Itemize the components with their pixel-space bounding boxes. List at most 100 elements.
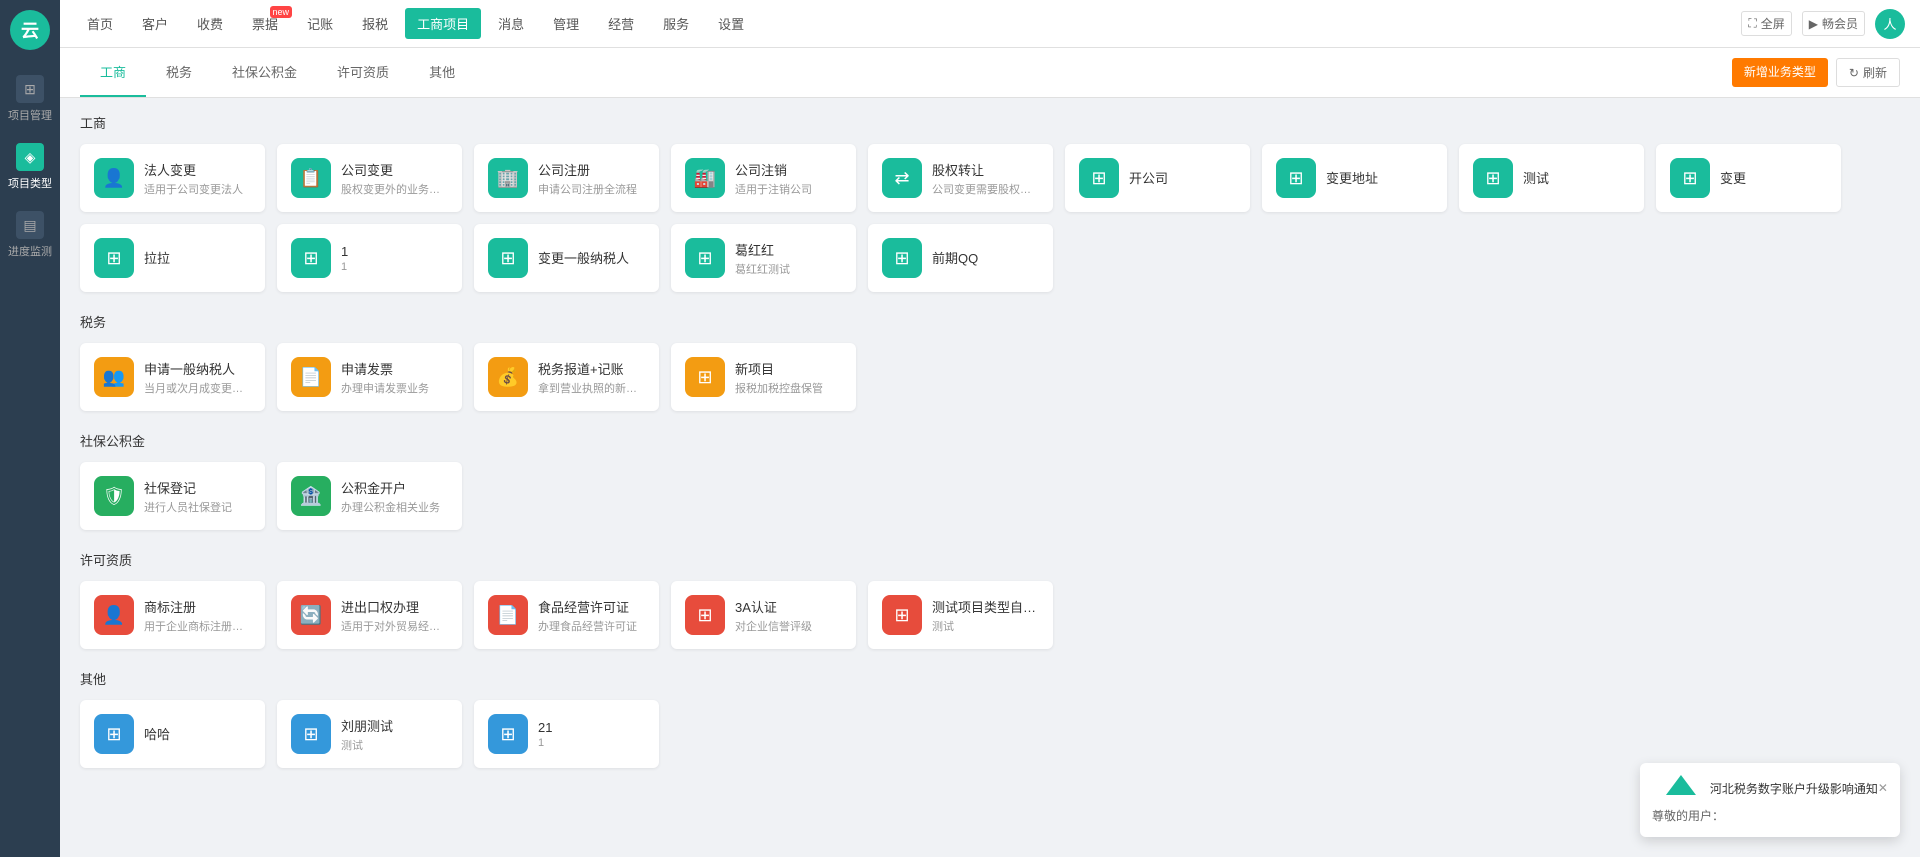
card-legal-change[interactable]: 👤法人变更适用于公司变更法人 [80, 144, 265, 212]
card-new-project[interactable]: ⊞新项目报税加税控盘保管 [671, 343, 856, 411]
card-title-change: 变更 [1720, 168, 1827, 187]
topnav-item-message[interactable]: 消息 [486, 8, 536, 39]
topnav-item-operation[interactable]: 经营 [596, 8, 646, 39]
card-icon-company-change: 📋 [291, 158, 331, 198]
card-icon-lala: ⊞ [94, 238, 134, 278]
card-icon-guhonghong: ⊞ [685, 238, 725, 278]
section-industry: 工商 👤法人变更适用于公司变更法人 📋 公司变更股权变更外的业务变更 🏢公司注册申请公司… [80, 113, 1900, 292]
card-icon-change-address: ⊞ [1276, 158, 1316, 198]
card-title-fund-open: 公积金开户 [341, 478, 448, 497]
topnav-item-admin[interactable]: 管理 [541, 8, 591, 39]
card-front-qq[interactable]: ⊞前期QQ [868, 224, 1053, 292]
topnav-item-billing[interactable]: 收费 [185, 8, 235, 39]
card-open-company[interactable]: ⊞开公司 [1065, 144, 1250, 212]
card-title-company-reg: 公司注册 [538, 160, 645, 179]
topnav-item-service[interactable]: 服务 [651, 8, 701, 39]
sidebar-icon-project-type: ◈ [16, 143, 44, 171]
card-desc-3a-cert: 对企业信誉评级 [735, 618, 842, 634]
sidebar-icon-progress: ▤ [16, 211, 44, 239]
fullscreen-button[interactable]: ⛶ 全屏 [1741, 11, 1791, 36]
card-title-company-change: 公司变更 [341, 160, 448, 179]
card-desc-test-type: 测试 [932, 618, 1039, 634]
card-info-change-taxpayer: 变更一般纳税人 [538, 248, 645, 269]
card-company-reg[interactable]: 🏢公司注册申请公司注册全流程 [474, 144, 659, 212]
card-info-num1: 11 [341, 244, 448, 273]
card-test[interactable]: ⊞ 测试 [1459, 144, 1644, 212]
card-test-type[interactable]: ⊞ 测试项目类型自定义测试 [868, 581, 1053, 649]
sidebar-item-progress[interactable]: ▤ 进度监测 [3, 201, 57, 269]
card-desc-social-reg: 进行人员社保登记 [144, 499, 251, 515]
card-icon-apply-taxpayer: 👥 [94, 357, 134, 397]
card-change-taxpayer[interactable]: ⊞变更一般纳税人 [474, 224, 659, 292]
main-area: 首页客户收费票据new记账报税工商项目消息管理经营服务设置 ⛶ 全屏 ▶ 畅会员… [60, 0, 1920, 857]
card-num1[interactable]: ⊞ 11 [277, 224, 462, 292]
card-info-test: 测试 [1523, 168, 1630, 189]
topnav-item-tickets[interactable]: 票据new [240, 8, 290, 39]
card-title-num1: 1 [341, 244, 448, 259]
card-change-address[interactable]: ⊞变更地址 [1262, 144, 1447, 212]
card-food-license[interactable]: 📄食品经营许可证办理食品经营许可证 [474, 581, 659, 649]
card-icon-test-type: ⊞ [882, 595, 922, 635]
card-change[interactable]: ⊞变更 [1656, 144, 1841, 212]
card-trademark[interactable]: 👤商标注册用于企业商标注册服务 [80, 581, 265, 649]
sidebar-item-project-type[interactable]: ◈ 项目类型 [3, 133, 57, 201]
notification-close[interactable]: ✕ [1878, 781, 1888, 795]
topnav-item-settings[interactable]: 设置 [706, 8, 756, 39]
card-haha[interactable]: ⊞ 哈哈 [80, 700, 265, 768]
card-desc-company-change: 股权变更外的业务变更 [341, 181, 448, 197]
topnav-item-accounting[interactable]: 记账 [295, 8, 345, 39]
sidebar-item-project-mgmt[interactable]: ⊞ 项目管理 [3, 65, 57, 133]
topnav-item-industry[interactable]: 工商项目 [405, 8, 481, 39]
card-info-liupeng-test: 刘朋测试测试 [341, 716, 448, 753]
card-company-change[interactable]: 📋 公司变更股权变更外的业务变更 [277, 144, 462, 212]
card-desc-liupeng-test: 测试 [341, 737, 448, 753]
card-title-front-qq: 前期QQ [932, 248, 1039, 267]
sub-tab-industry[interactable]: 工商 [80, 48, 146, 97]
card-3a-cert[interactable]: ⊞3A认证对企业信誉评级 [671, 581, 856, 649]
card-title-test-type: 测试项目类型自定义 [932, 597, 1039, 616]
card-equity-transfer[interactable]: ⇄股权转让公司变更需要股权转让 [868, 144, 1053, 212]
member-button[interactable]: ▶ 畅会员 [1802, 11, 1865, 36]
cards-grid-industry: 👤法人变更适用于公司变更法人 📋 公司变更股权变更外的业务变更 🏢公司注册申请公司注册… [80, 144, 1900, 292]
topnav-right: ⛶ 全屏 ▶ 畅会员 人 [1741, 9, 1905, 39]
notification-body: 尊敬的用户： [1652, 807, 1888, 825]
card-social-reg[interactable]: 🛡社保登记进行人员社保登记 [80, 462, 265, 530]
card-lala[interactable]: ⊞拉拉 [80, 224, 265, 292]
card-title-apply-taxpayer: 申请一般纳税人 [144, 359, 251, 378]
add-type-button[interactable]: 新增业务类型 [1732, 58, 1828, 87]
card-fund-open[interactable]: 🏦公积金开户办理公积金相关业务 [277, 462, 462, 530]
card-icon-import-export: 🔄 [291, 595, 331, 635]
card-title-haha: 哈哈 [144, 724, 251, 743]
member-icon: ▶ [1809, 17, 1818, 31]
sub-tab-other[interactable]: 其他 [409, 48, 475, 97]
card-icon-num1: ⊞ [291, 238, 331, 278]
section-tax: 税务👥申请一般纳税人当月或次月成变更完成📄申请发票办理申请发票业务💰税务报道+记… [80, 312, 1900, 411]
card-info-import-export: 进出口权办理适用于对外贸易经营者 [341, 597, 448, 634]
topnav-item-tax[interactable]: 报税 [350, 8, 400, 39]
card-icon-haha: ⊞ [94, 714, 134, 754]
sidebar-icon-project-mgmt: ⊞ [16, 75, 44, 103]
card-num21[interactable]: ⊞211 [474, 700, 659, 768]
sidebar: 云 ⊞ 项目管理 ◈ 项目类型 ▤ 进度监测 [0, 0, 60, 857]
sub-tab-social[interactable]: 社保公积金 [212, 48, 317, 97]
avatar[interactable]: 人 [1875, 9, 1905, 39]
card-liupeng-test[interactable]: ⊞刘朋测试测试 [277, 700, 462, 768]
card-tax-accounting[interactable]: 💰税务报道+记账拿到营业执照的新公司 [474, 343, 659, 411]
card-apply-invoice[interactable]: 📄申请发票办理申请发票业务 [277, 343, 462, 411]
card-import-export[interactable]: 🔄 进出口权办理适用于对外贸易经营者 [277, 581, 462, 649]
card-icon-test: ⊞ [1473, 158, 1513, 198]
card-apply-taxpayer[interactable]: 👥申请一般纳税人当月或次月成变更完成 [80, 343, 265, 411]
card-guhonghong[interactable]: ⊞ 葛红红葛红红测试 [671, 224, 856, 292]
card-info-fund-open: 公积金开户办理公积金相关业务 [341, 478, 448, 515]
refresh-button[interactable]: ↻ 刷新 [1836, 58, 1900, 87]
card-info-legal-change: 法人变更适用于公司变更法人 [144, 160, 251, 197]
card-company-cancel[interactable]: 🏭公司注销适用于注销公司 [671, 144, 856, 212]
card-title-new-project: 新项目 [735, 359, 842, 378]
section-title-industry: 工商 [80, 113, 1900, 132]
topnav-item-home[interactable]: 首页 [75, 8, 125, 39]
card-info-guhonghong: 葛红红葛红红测试 [735, 240, 842, 277]
card-info-company-change: 公司变更股权变更外的业务变更 [341, 160, 448, 197]
topnav-item-customer[interactable]: 客户 [130, 8, 180, 39]
sub-tab-license[interactable]: 许可资质 [317, 48, 409, 97]
sub-tab-tax[interactable]: 税务 [146, 48, 212, 97]
